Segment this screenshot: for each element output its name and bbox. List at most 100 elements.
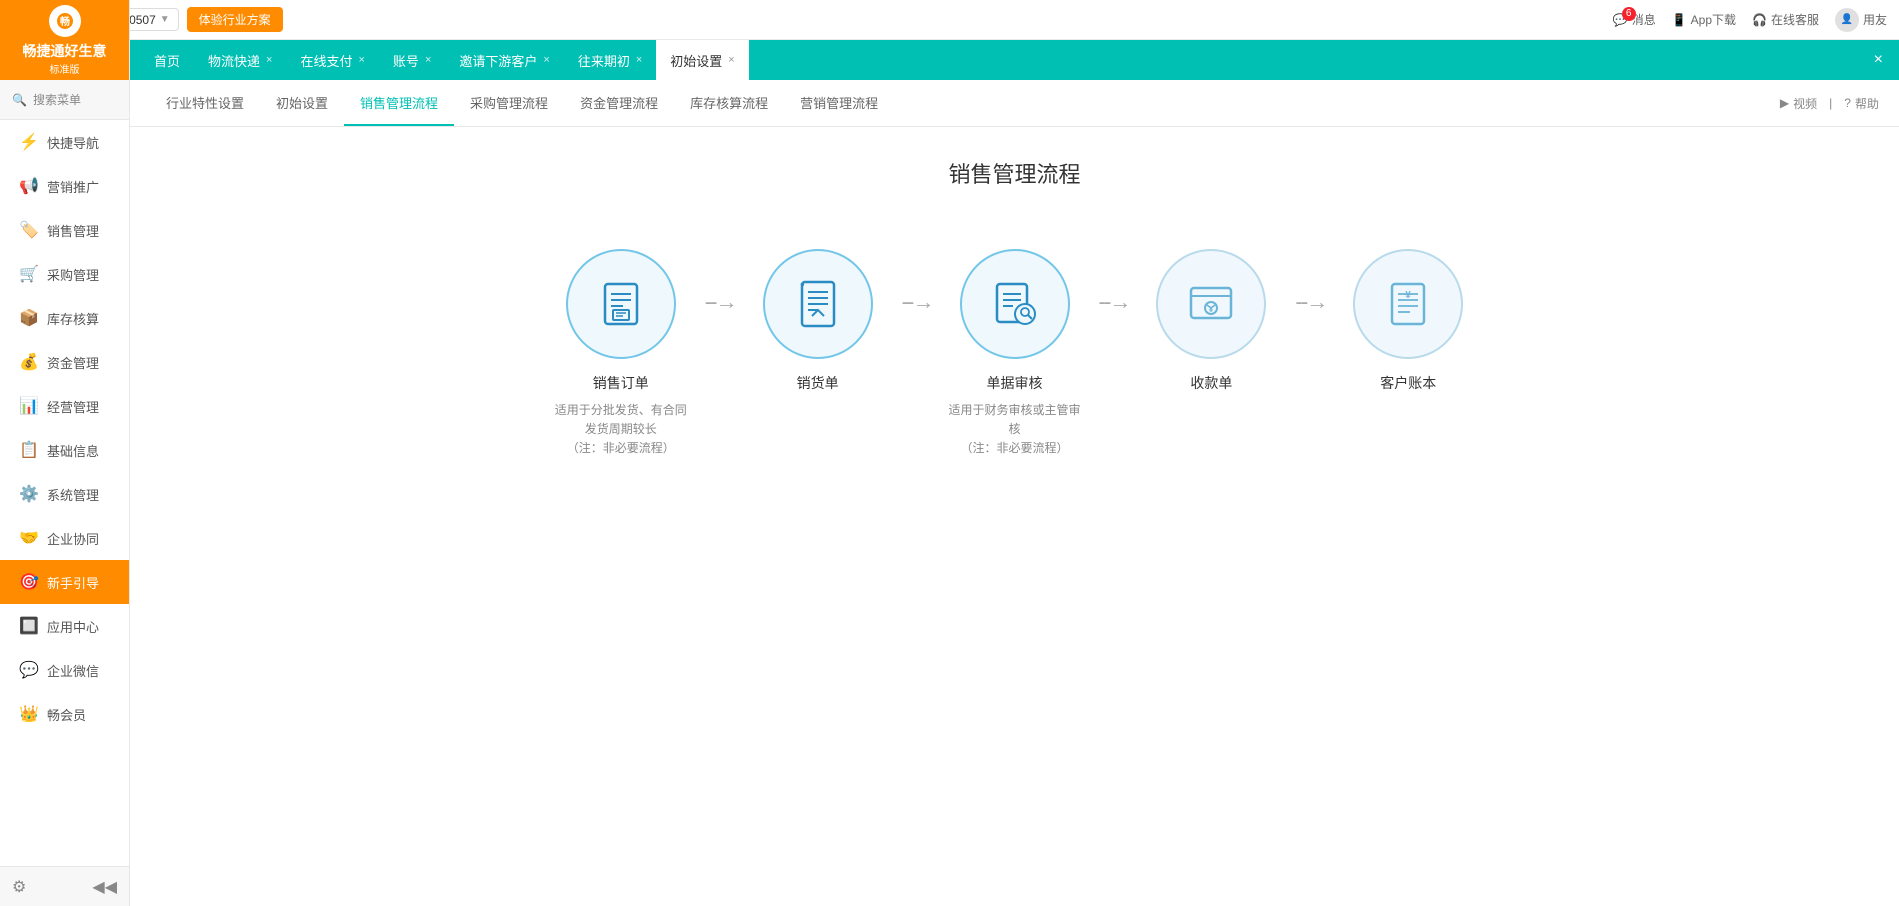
sub-tabs: 行业特性设置 初始设置 销售管理流程 采购管理流程 资金管理流程 库存核算流程 … [130,80,1899,127]
avatar: 👤 [1835,8,1859,32]
sidebar-item-xinshou[interactable]: 🎯 新手引导 [0,560,129,604]
sidebar: 畅 畅捷通好生意 标准版 🔍 搜索菜单 ⚡ 快捷导航 📢 营销推广 🏷️ 销售管… [0,0,130,906]
settings-bottom-icon[interactable]: ⚙ [12,877,26,897]
nav-label: 往来期初 [578,51,630,70]
experience-button[interactable]: 体验行业方案 [187,7,283,32]
subtab-initial[interactable]: 初始设置 [260,80,344,126]
subtab-finance-flow[interactable]: 资金管理流程 [564,80,674,126]
guide-icon: 🎯 [19,572,39,592]
nav-close-icon[interactable]: × [266,54,272,66]
sidebar-item-label: 企业微信 [47,661,99,680]
nav-close-icon[interactable]: × [425,54,431,66]
step3-desc: 适用于财务审核或主管审核（注：非必要流程） [945,401,1085,459]
message-item[interactable]: 💬 6 消息 [1613,11,1656,28]
sidebar-item-label: 新手引导 [47,573,99,592]
megaphone-icon: 📢 [19,176,39,196]
sidebar-item-jichu[interactable]: 📋 基础信息 [0,428,129,472]
cart-icon: 🛒 [19,264,39,284]
sidebar-item-label: 应用中心 [47,617,99,636]
nav-item-home[interactable]: 首页 [140,40,194,80]
sidebar-item-label: 快捷导航 [47,133,99,152]
flow-step-3[interactable]: 单据审核 适用于财务审核或主管审核（注：非必要流程） [935,249,1095,459]
sidebar-item-label: 畅会员 [47,705,86,724]
nav-item-account[interactable]: 账号 × [379,40,445,80]
subtab-inventory-flow[interactable]: 库存核算流程 [674,80,784,126]
sidebar-item-qiye[interactable]: 🤝 企业协同 [0,516,129,560]
arrow-icon: - - → [1295,289,1324,315]
subtab-purchase-flow[interactable]: 采购管理流程 [454,80,564,126]
nav-item-payment[interactable]: 在线支付 × [286,40,378,80]
dropdown-arrow-icon: ▼ [160,14,170,25]
help-item[interactable]: ? 帮助 [1844,95,1879,112]
box-icon: 📦 [19,308,39,328]
sidebar-item-yingyong[interactable]: 🔲 应用中心 [0,604,129,648]
subtab-industry[interactable]: 行业特性设置 [150,80,260,126]
step3-title: 单据审核 [987,373,1043,393]
nav-close-icon[interactable]: × [636,54,642,66]
sidebar-item-xiaoshou[interactable]: 🏷️ 销售管理 [0,208,129,252]
sidebar-nav: ⚡ 快捷导航 📢 营销推广 🏷️ 销售管理 🛒 采购管理 📦 库存核算 💰 资金… [0,120,129,866]
logo-title: 畅捷通好生意 [23,41,107,61]
svg-text:畅: 畅 [60,15,70,28]
flow-arrow-3: - - → [1099,249,1128,315]
video-help-item[interactable]: ▶ 视频 [1780,95,1817,112]
nav-item-initial[interactable]: 初始设置 × [656,40,748,80]
collapse-icon[interactable]: ◀◀ [92,877,117,897]
step2-circle [763,249,873,359]
page-title: 销售管理流程 [170,157,1859,189]
logo-subtitle: 标准版 [50,61,80,76]
header-right: 💬 6 消息 📱 App下载 🎧 在线客服 👤 用友 [1613,8,1887,32]
flow-step-2[interactable]: 销货单 [738,249,898,401]
nav-close-all-button[interactable]: × [1874,51,1883,69]
nav-close-icon[interactable]: × [543,54,549,66]
search-icon: 🔍 [12,93,27,107]
step4-circle: ¥ [1156,249,1266,359]
user-profile-item[interactable]: 👤 用友 [1835,8,1887,32]
step1-circle [566,249,676,359]
sidebar-search[interactable]: 🔍 搜索菜单 [0,80,129,120]
apps-icon: 🔲 [19,616,39,636]
sidebar-item-label: 基础信息 [47,441,99,460]
nav-item-invite[interactable]: 邀请下游客户 × [445,40,563,80]
sidebar-item-kuaijie[interactable]: ⚡ 快捷导航 [0,120,129,164]
arrow-icon: - - → [1099,289,1128,315]
sidebar-item-vip[interactable]: 👑 畅会员 [0,692,129,736]
flow-arrow-2: - - → [902,249,931,315]
step4-title: 收款单 [1190,373,1232,393]
flow-step-5[interactable]: ¥ 客户账本 [1328,249,1488,401]
nav-bar: 首页 物流快递 × 在线支付 × 账号 × 邀请下游客户 × 往来期初 × 初始… [0,40,1899,80]
flow-step-1[interactable]: 销售订单 适用于分批发货、有合同发货周期较长（注：非必要流程） [541,249,701,459]
sidebar-item-jingying[interactable]: 📊 经营管理 [0,384,129,428]
gear-icon: ⚙️ [19,484,39,504]
sidebar-bottom: ⚙ ◀◀ [0,866,129,906]
lightning-icon: ⚡ [19,132,39,152]
flow-diagram: 销售订单 适用于分批发货、有合同发货周期较长（注：非必要流程） - - → [170,249,1859,459]
nav-close-icon[interactable]: × [358,54,364,66]
flow-step-4[interactable]: ¥ 收款单 [1131,249,1291,401]
service-item[interactable]: 🎧 在线客服 [1752,11,1819,28]
subtab-sales-flow[interactable]: 销售管理流程 [344,80,454,126]
nav-close-icon[interactable]: × [728,54,734,66]
flow-arrow-1: - - → [705,249,734,315]
sidebar-item-caigou[interactable]: 🛒 采购管理 [0,252,129,296]
flow-arrow-4: - - → [1295,249,1324,315]
sidebar-item-kucun[interactable]: 📦 库存核算 [0,296,129,340]
nav-item-period[interactable]: 往来期初 × [564,40,656,80]
app-download-item[interactable]: 📱 App下载 [1672,11,1736,28]
nav-label: 物流快递 [208,51,260,70]
subtab-marketing-flow[interactable]: 营销管理流程 [784,80,894,126]
step5-title: 客户账本 [1380,373,1436,393]
message-badge: 6 [1622,7,1636,21]
sidebar-item-weixin[interactable]: 💬 企业微信 [0,648,129,692]
sidebar-item-xitong[interactable]: ⚙️ 系统管理 [0,472,129,516]
sidebar-item-yingxiao[interactable]: 📢 营销推广 [0,164,129,208]
sidebar-item-label: 采购管理 [47,265,99,284]
nav-label: 初始设置 [670,51,722,70]
nav-item-logistics[interactable]: 物流快递 × [194,40,286,80]
svg-text:¥: ¥ [1406,290,1412,301]
nav-label: 邀请下游客户 [459,51,537,70]
sidebar-item-label: 企业协同 [47,529,99,548]
sidebar-item-label: 经营管理 [47,397,99,416]
arrow-icon: - - → [902,289,931,315]
sidebar-item-zijin[interactable]: 💰 资金管理 [0,340,129,384]
